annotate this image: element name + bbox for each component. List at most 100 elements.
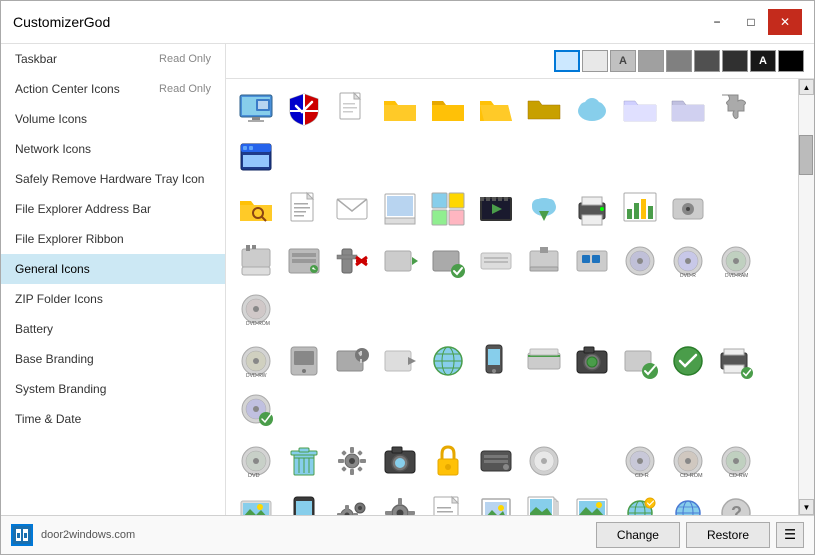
icon-shield-color[interactable] xyxy=(280,85,328,133)
icon-question-mark[interactable]: ? xyxy=(712,489,760,515)
color-btn-5[interactable] xyxy=(694,50,720,72)
color-btn-1[interactable] xyxy=(582,50,608,72)
icon-dvd-label[interactable]: DVD xyxy=(232,437,280,485)
icon-drive-green[interactable] xyxy=(424,237,472,285)
icon-photo-frame[interactable] xyxy=(472,489,520,515)
icon-settings-cog[interactable] xyxy=(328,437,376,485)
icon-folder-yellow[interactable] xyxy=(376,85,424,133)
color-btn-4[interactable] xyxy=(666,50,692,72)
icon-document-blank[interactable] xyxy=(328,85,376,133)
icon-lock-yellow[interactable] xyxy=(424,437,472,485)
icon-cd-rw[interactable]: CD-RW xyxy=(712,437,760,485)
icon-cd-disc[interactable] xyxy=(616,237,664,285)
sidebar-item-safely-remove[interactable]: Safely Remove Hardware Tray Icon xyxy=(1,164,225,194)
sidebar-item-system-branding[interactable]: System Branding xyxy=(1,374,225,404)
sidebar-item-zip-folder[interactable]: ZIP Folder Icons xyxy=(1,284,225,314)
svg-text:DVD-RW: DVD-RW xyxy=(246,373,267,379)
icon-folder-slim[interactable] xyxy=(520,85,568,133)
icon-drive-arrow[interactable] xyxy=(376,237,424,285)
icon-dvd-r[interactable]: DVD-R xyxy=(664,237,712,285)
icon-window-blue[interactable] xyxy=(232,133,280,181)
icon-red-x-mark[interactable] xyxy=(328,237,376,285)
icon-folder-yellow2[interactable] xyxy=(424,85,472,133)
icon-monitor-multi[interactable] xyxy=(232,85,280,133)
color-btn-2[interactable]: A xyxy=(610,50,636,72)
icon-chart-bar[interactable] xyxy=(616,185,664,233)
icon-doc-lines2[interactable] xyxy=(424,489,472,515)
icon-globe-share[interactable] xyxy=(616,489,664,515)
sidebar-item-network[interactable]: Network Icons xyxy=(1,134,225,164)
maximize-button[interactable]: □ xyxy=(734,9,768,35)
icon-video-clip[interactable] xyxy=(472,185,520,233)
icon-drive-dark[interactable] xyxy=(472,437,520,485)
icon-dvd-rom[interactable]: DVD-ROM xyxy=(232,285,280,333)
icon-drive-disk[interactable] xyxy=(664,185,712,233)
icon-drive-camera[interactable] xyxy=(568,337,616,385)
icon-drive-phone[interactable] xyxy=(472,337,520,385)
icon-image-frame[interactable] xyxy=(376,185,424,233)
icon-recycle-bin[interactable] xyxy=(280,437,328,485)
icon-document-lines[interactable] xyxy=(280,185,328,233)
sidebar-item-general-icons[interactable]: General Icons xyxy=(1,254,225,284)
sidebar-item-base-branding[interactable]: Base Branding xyxy=(1,344,225,374)
icon-cd-silver[interactable] xyxy=(520,437,568,485)
menu-button[interactable]: ☰ xyxy=(776,522,804,548)
icon-drive-cd[interactable] xyxy=(280,237,328,285)
color-btn-7[interactable]: A xyxy=(750,50,776,72)
sidebar-item-volume[interactable]: Volume Icons xyxy=(1,104,225,134)
icon-folder-ghost[interactable] xyxy=(616,85,664,133)
icon-check-green[interactable] xyxy=(616,337,664,385)
icon-dvd-ram[interactable]: DVD-RAM xyxy=(712,237,760,285)
icon-cd-r[interactable]: CD-R xyxy=(616,437,664,485)
sidebar-item-action-center[interactable]: Action Center IconsRead Only xyxy=(1,74,225,104)
icon-cloud-blue[interactable] xyxy=(568,85,616,133)
sidebar-item-battery[interactable]: Battery xyxy=(1,314,225,344)
change-button[interactable]: Change xyxy=(596,522,680,548)
icon-camera-photo[interactable] xyxy=(376,437,424,485)
color-btn-6[interactable] xyxy=(722,50,748,72)
icon-envelope[interactable] xyxy=(328,185,376,233)
icon-folder-ghost2[interactable] xyxy=(664,85,712,133)
icon-landscape-pic[interactable] xyxy=(568,489,616,515)
icon-drive-win[interactable] xyxy=(568,237,616,285)
sidebar-item-time-date[interactable]: Time & Date xyxy=(1,404,225,434)
restore-button[interactable]: Restore xyxy=(686,522,770,548)
scroll-up-button[interactable]: ▲ xyxy=(799,79,814,95)
icon-drive-img[interactable] xyxy=(232,489,280,515)
icon-search-folder[interactable] xyxy=(232,185,280,233)
close-button[interactable]: ✕ xyxy=(768,9,802,35)
icon-phone-device[interactable] xyxy=(280,489,328,515)
icon-globe-share2[interactable] xyxy=(664,489,712,515)
icon-check-green2[interactable] xyxy=(664,337,712,385)
icon-drive-config[interactable] xyxy=(328,337,376,385)
icon-globe-network[interactable] xyxy=(424,337,472,385)
scroll-down-button[interactable]: ▼ xyxy=(799,499,814,515)
icon-drive-portable[interactable] xyxy=(280,337,328,385)
icon-blank1[interactable] xyxy=(568,437,616,485)
color-btn-8[interactable] xyxy=(778,50,804,72)
icon-drive-scanner[interactable] xyxy=(520,337,568,385)
icon-printer-color[interactable] xyxy=(568,185,616,233)
minimize-button[interactable]: − xyxy=(700,9,734,35)
color-btn-0[interactable] xyxy=(554,50,580,72)
icon-puzzle-piece[interactable] xyxy=(712,85,760,133)
sidebar-item-file-explorer-address[interactable]: File Explorer Address Bar xyxy=(1,194,225,224)
icon-cloud-download[interactable] xyxy=(520,185,568,233)
icon-drive-arrow2[interactable] xyxy=(376,337,424,385)
sidebar-item-taskbar[interactable]: TaskbarRead Only xyxy=(1,44,225,74)
scroll-thumb[interactable] xyxy=(799,135,813,175)
icon-cd-check[interactable] xyxy=(232,385,280,433)
icon-printer-check[interactable] xyxy=(712,337,760,385)
icon-drive-flat[interactable] xyxy=(472,237,520,285)
icon-cd-rom[interactable]: CD-ROM xyxy=(664,437,712,485)
icon-grid-image[interactable] xyxy=(424,185,472,233)
icon-dvd-rw[interactable]: DVD-RW xyxy=(232,337,280,385)
icon-drive-usb[interactable] xyxy=(232,237,280,285)
icon-drive-usb2[interactable] xyxy=(520,237,568,285)
icon-picture-set[interactable] xyxy=(520,489,568,515)
sidebar-item-file-explorer-ribbon[interactable]: File Explorer Ribbon xyxy=(1,224,225,254)
icon-cog-settings[interactable] xyxy=(376,489,424,515)
color-btn-3[interactable] xyxy=(638,50,664,72)
icon-cog-double[interactable] xyxy=(328,489,376,515)
icon-folder-open[interactable] xyxy=(472,85,520,133)
